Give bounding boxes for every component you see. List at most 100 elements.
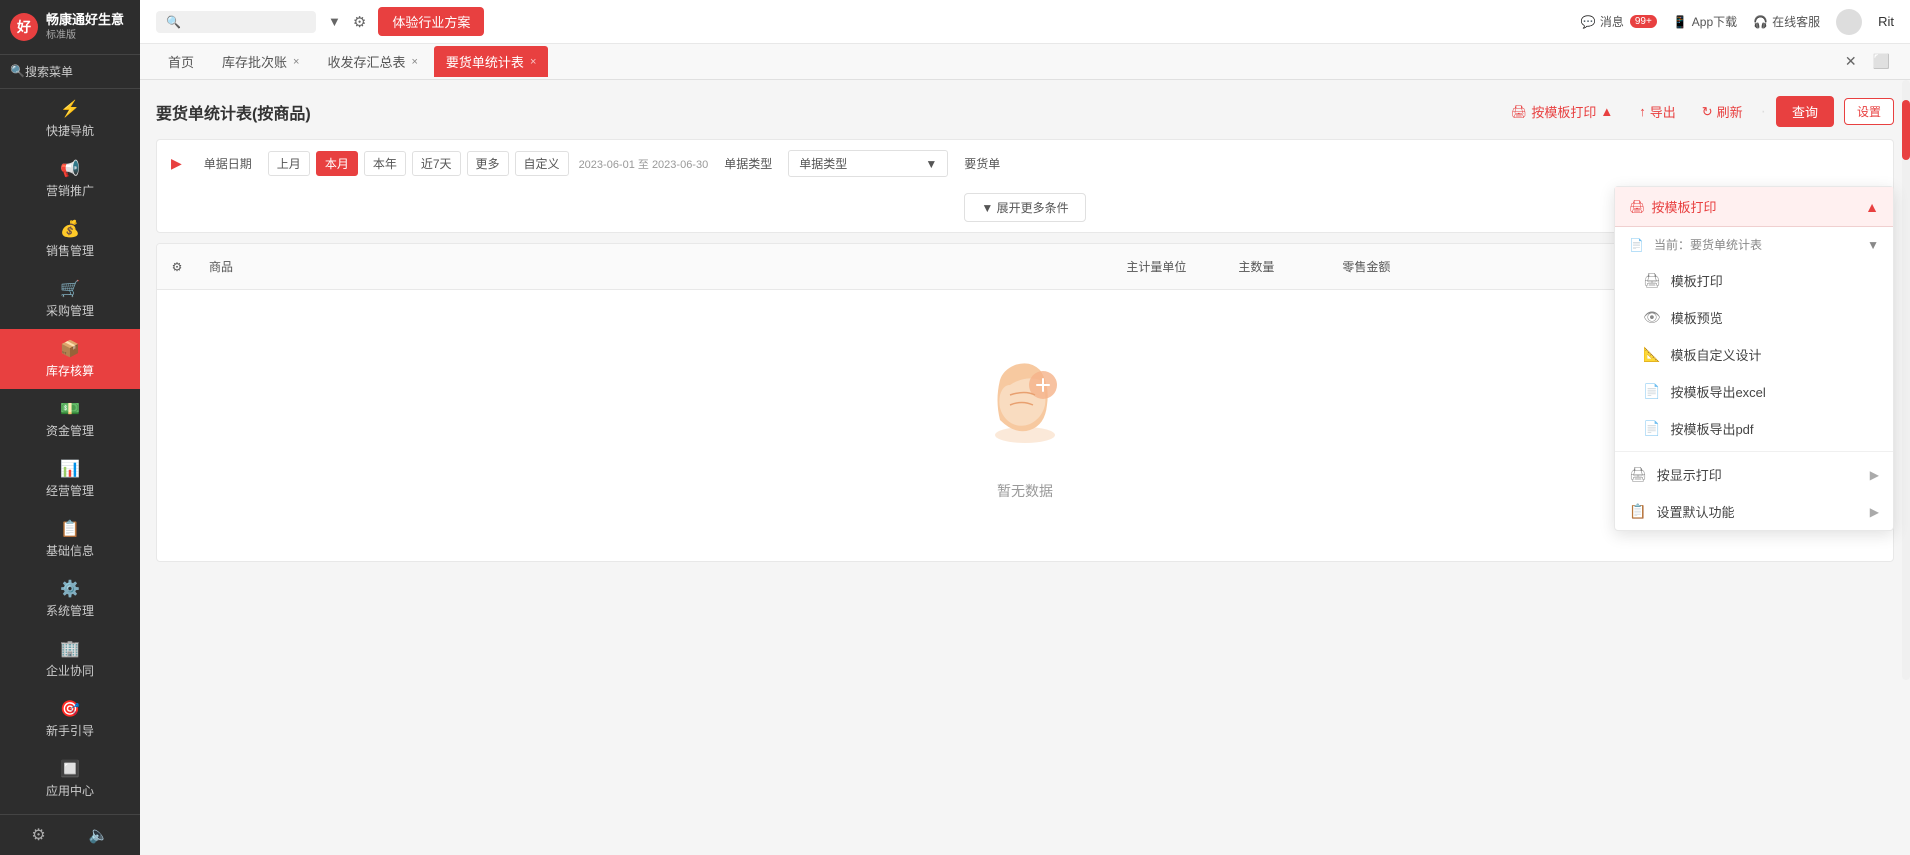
- date-btn-this-month[interactable]: 本月: [316, 151, 358, 176]
- order-group-label: 要货单: [964, 155, 1000, 172]
- tab-home[interactable]: 首页: [156, 46, 206, 77]
- topbar-search[interactable]: 🔍: [156, 11, 316, 33]
- template-print-item[interactable]: 🖨 模板打印: [1615, 262, 1893, 299]
- refresh-icon: ↻: [1702, 104, 1713, 120]
- template-pdf-item[interactable]: 📄 按模板导出pdf: [1615, 410, 1893, 447]
- page-content: 要货单统计表(按商品) 🖨 按模板打印 ▲ ↑ 导出 ↻ 刷新 · 查询 设置: [140, 80, 1910, 855]
- sidebar-item-label: 营销推广: [46, 182, 94, 199]
- dropdown-header[interactable]: 🖨 按模板打印 ▲: [1615, 187, 1893, 227]
- date-btn-last-month[interactable]: 上月: [268, 151, 310, 176]
- print-button[interactable]: 🖨 按模板打印 ▲: [1503, 98, 1621, 125]
- messages-badge: 99+: [1630, 15, 1657, 28]
- messages-label: 消息: [1600, 13, 1624, 30]
- sidebar-item-enterprise[interactable]: 🏢 企业协同: [0, 629, 140, 689]
- sidebar-item-basic[interactable]: 📋 基础信息: [0, 509, 140, 569]
- sidebar-bottom: ⚙ 🔈: [0, 814, 140, 855]
- sidebar-item-apps[interactable]: 🔲 应用中心: [0, 749, 140, 809]
- col-settings[interactable]: ⚙: [157, 254, 197, 280]
- sidebar-item-sales[interactable]: 💰 销售管理: [0, 209, 140, 269]
- sidebar-search[interactable]: 🔍 搜索菜单: [0, 55, 140, 89]
- filter-row: ▶ 单据日期 上月 本月 本年 近7天 更多 自定义 2023-06-01 至 …: [171, 150, 1879, 177]
- tab-inventory-batch[interactable]: 库存批次账 ×: [210, 46, 311, 77]
- sidebar-item-system[interactable]: ⚙️ 系统管理: [0, 569, 140, 629]
- display-print-label: 按显示打印: [1657, 465, 1722, 484]
- dropdown-header-arrow-icon: ▲: [1865, 199, 1879, 215]
- order-type-label: 单据类型: [724, 155, 772, 172]
- template-preview-item[interactable]: 👁 模板预览: [1615, 299, 1893, 336]
- query-button[interactable]: 查询: [1776, 96, 1834, 127]
- refresh-button[interactable]: ↻ 刷新: [1694, 98, 1751, 125]
- window-close-button[interactable]: ✕: [1841, 49, 1861, 74]
- sidebar-logo: 好 畅康通好生意 标准版: [0, 0, 140, 55]
- date-btn-custom[interactable]: 自定义: [515, 151, 569, 176]
- order-type-placeholder: 单据类型: [799, 155, 847, 172]
- online-service-button[interactable]: 🎧 在线客服: [1753, 13, 1820, 30]
- col-amount: 零售金额: [1306, 252, 1426, 281]
- sales-icon: 💰: [60, 219, 80, 239]
- export-icon: ↑: [1639, 104, 1646, 119]
- tab-close-purchase-order-stats[interactable]: ×: [530, 56, 536, 68]
- sidebar-item-label: 基础信息: [46, 542, 94, 559]
- current-template-label: 当前：要货单统计表: [1654, 236, 1762, 253]
- tab-label: 库存批次账: [222, 52, 287, 71]
- purchase-icon: 🛒: [60, 279, 80, 299]
- sidebar-item-inventory[interactable]: 📦 库存核算: [0, 329, 140, 389]
- page-title: 要货单统计表(按商品): [156, 100, 311, 124]
- user-avatar[interactable]: [1836, 9, 1862, 35]
- tab-purchase-order-stats[interactable]: 要货单统计表 ×: [434, 46, 548, 77]
- template-preview-label: 模板预览: [1671, 308, 1723, 327]
- template-design-icon: 📐: [1643, 346, 1660, 363]
- date-btn-7days[interactable]: 近7天: [412, 151, 461, 176]
- sidebar-item-marketing[interactable]: 📢 营销推广: [0, 149, 140, 209]
- topbar-right: 💬 消息 99+ 📱 App下载 🎧 在线客服 Rit: [1581, 9, 1894, 35]
- default-fn-icon: 📋: [1629, 503, 1646, 520]
- dropdown-title-text: 按模板打印: [1652, 197, 1717, 216]
- template-design-item[interactable]: 📐 模板自定义设计: [1615, 336, 1893, 373]
- sidebar-item-purchase[interactable]: 🛒 采购管理: [0, 269, 140, 329]
- tab-receivables[interactable]: 收发存汇总表 ×: [315, 46, 429, 77]
- template-preview-icon: 👁: [1643, 309, 1661, 326]
- date-btn-more[interactable]: 更多: [467, 151, 509, 176]
- tab-close-receivables[interactable]: ×: [411, 56, 417, 68]
- refresh-label: 刷新: [1717, 102, 1743, 121]
- newbie-icon: 🎯: [60, 699, 80, 719]
- trial-button[interactable]: 体验行业方案: [378, 7, 484, 36]
- topbar-gear-icon[interactable]: ⚙: [353, 13, 366, 31]
- sidebar-item-newbie[interactable]: 🎯 新手引导: [0, 689, 140, 749]
- sidebar-item-quick-nav[interactable]: ⚡ 快捷导航: [0, 89, 140, 149]
- date-btn-this-year[interactable]: 本年: [364, 151, 406, 176]
- empty-icon: [975, 350, 1075, 469]
- settings-button[interactable]: 设置: [1844, 98, 1894, 125]
- order-type-select[interactable]: 单据类型 ▼: [788, 150, 948, 177]
- filter-expand-icon[interactable]: ▶: [171, 155, 182, 172]
- export-label: 导出: [1650, 102, 1676, 121]
- template-excel-item[interactable]: 📄 按模板导出excel: [1615, 373, 1893, 410]
- sidebar-item-label: 采购管理: [46, 302, 94, 319]
- settings-icon[interactable]: ⚙: [31, 825, 45, 845]
- display-print-item[interactable]: 🖨 按显示打印 ▶: [1615, 456, 1893, 493]
- template-pdf-label: 按模板导出pdf: [1670, 419, 1753, 438]
- topbar-dropdown-icon[interactable]: ▼: [328, 14, 341, 29]
- messages-button[interactable]: 💬 消息 99+: [1581, 13, 1657, 30]
- tab-close-inventory-batch[interactable]: ×: [293, 56, 299, 68]
- operation-icon: 📊: [60, 459, 80, 479]
- app-download-button[interactable]: 📱 App下载: [1673, 13, 1737, 30]
- print-dropdown-menu: 🖨 按模板打印 ▲ 📄 当前：要货单统计表 ▼ 🖨 模板打印 👁 模板预览: [1614, 186, 1894, 531]
- sidebar-item-label: 应用中心: [46, 782, 94, 799]
- default-fn-item[interactable]: 📋 设置默认功能 ▶: [1615, 493, 1893, 530]
- right-scrollbar[interactable]: [1902, 80, 1910, 680]
- volume-icon[interactable]: 🔈: [89, 825, 109, 845]
- current-template-item[interactable]: 📄 当前：要货单统计表 ▼: [1615, 227, 1893, 262]
- window-maximize-button[interactable]: ⬜: [1869, 49, 1894, 74]
- date-filter-group: 上月 本月 本年 近7天 更多 自定义 2023-06-01 至 2023-06…: [268, 151, 708, 176]
- dropdown-sub-section: 🖨 按显示打印 ▶ 📋 设置默认功能 ▶: [1615, 451, 1893, 530]
- dropdown-title: 🖨 按模板打印: [1629, 197, 1717, 216]
- sidebar-item-operation[interactable]: 📊 经营管理: [0, 449, 140, 509]
- export-button[interactable]: ↑ 导出: [1631, 98, 1684, 125]
- empty-text: 暂无数据: [997, 481, 1053, 501]
- expand-more-button[interactable]: ▼ 展开更多条件: [964, 193, 1085, 222]
- chevron-down-icon: ▼: [925, 157, 937, 171]
- sidebar-item-finance[interactable]: 💵 资金管理: [0, 389, 140, 449]
- current-icon: 📄: [1629, 238, 1644, 252]
- sidebar-item-label: 经营管理: [46, 482, 94, 499]
